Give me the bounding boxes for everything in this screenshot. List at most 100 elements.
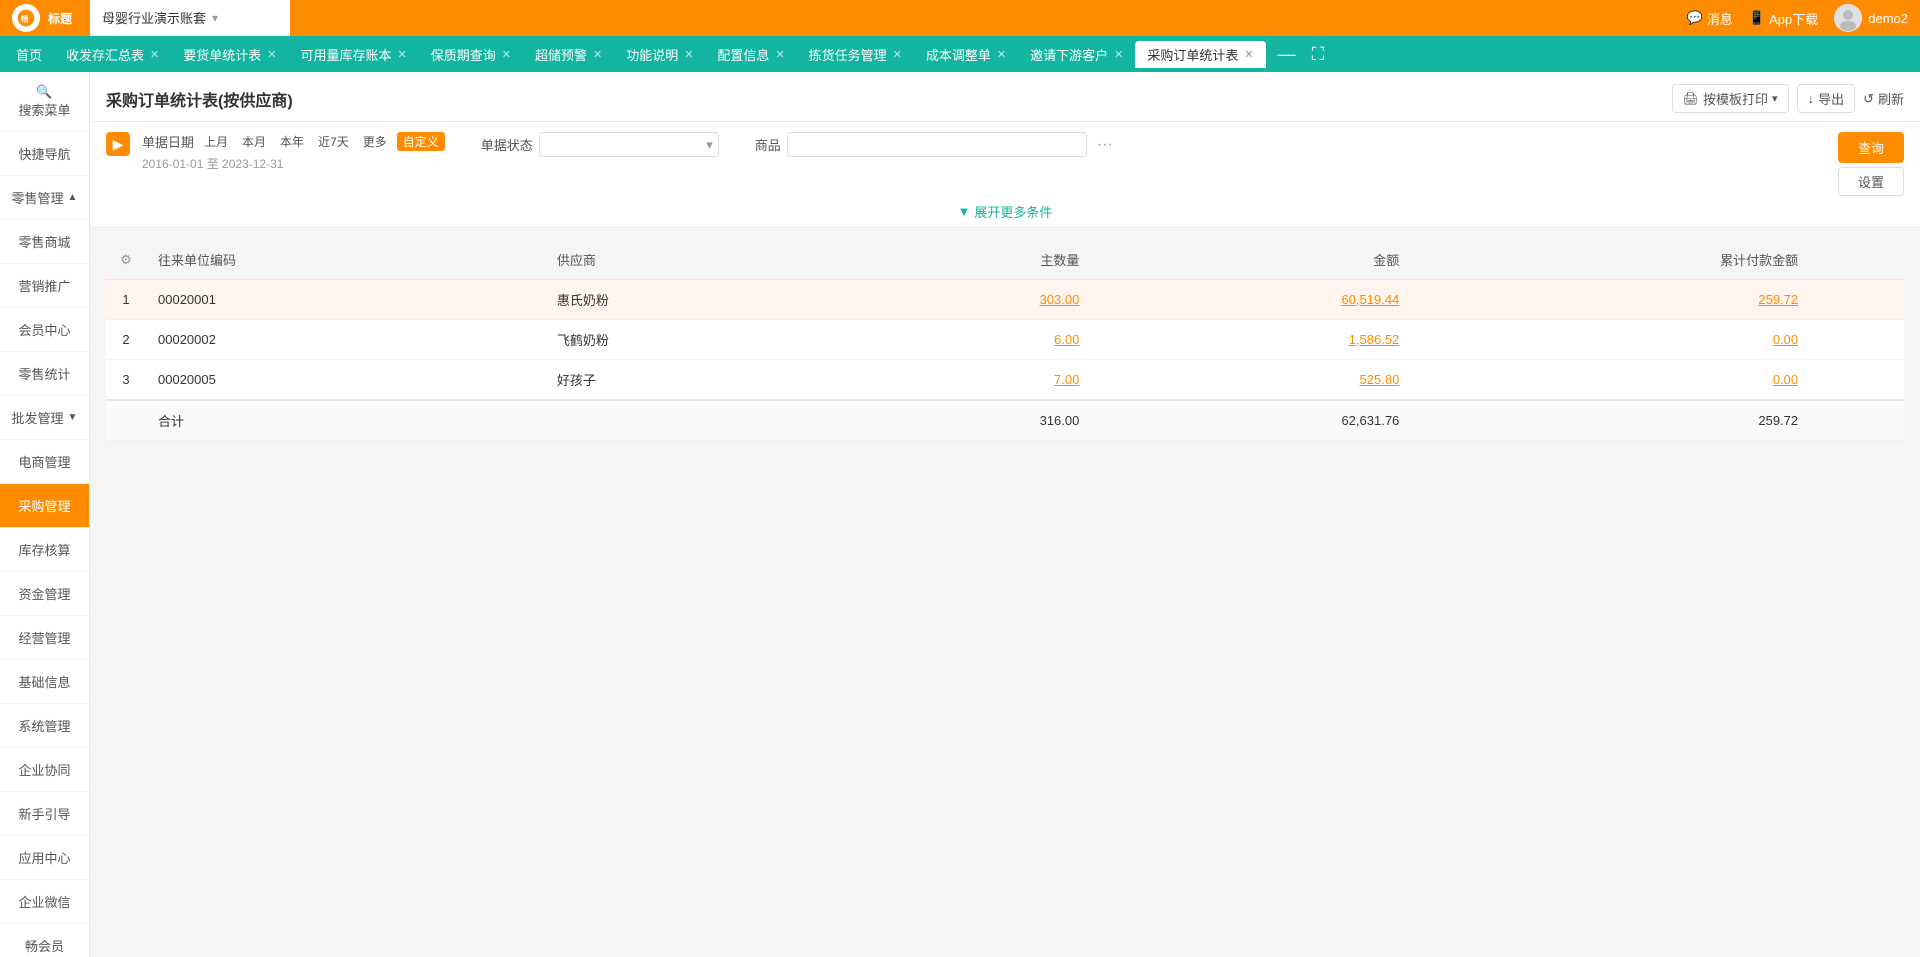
- template-arrow-icon: ▾: [1772, 92, 1778, 105]
- tab-cost-adjust[interactable]: 成本调整单 ✕: [914, 41, 1018, 68]
- sidebar-item-retail-store[interactable]: 零售商城: [0, 220, 89, 264]
- tab-receive-summary[interactable]: 收发存汇总表 ✕: [54, 41, 171, 68]
- tab-home[interactable]: 首页: [4, 41, 54, 68]
- messages-btn[interactable]: 💬 消息: [1687, 9, 1733, 28]
- tab-purchase-summary-close[interactable]: ✕: [267, 48, 276, 61]
- link-paid-3[interactable]: 0.00: [1773, 372, 1798, 387]
- user-avatar: [1834, 4, 1862, 32]
- tab-config-info[interactable]: 配置信息 ✕: [705, 41, 796, 68]
- footer-amount: 62,631.76: [1091, 400, 1411, 441]
- workspace-arrow-icon: ▾: [212, 11, 218, 25]
- sidebar-item-finance-mgmt[interactable]: 资金管理: [0, 572, 89, 616]
- tab-available-stock[interactable]: 可用量库存账本 ✕: [288, 41, 418, 68]
- main-layout: 🔍 搜索菜单 快捷导航 零售管理 ▲ 零售商城 营销推广 会员中心 零售统计 批…: [0, 72, 1920, 957]
- link-paid-2[interactable]: 0.00: [1773, 332, 1798, 347]
- query-btn[interactable]: 查询: [1838, 132, 1904, 163]
- tab-overstock-warning-close[interactable]: ✕: [593, 48, 602, 61]
- table-footer-row: 合计 316.00 62,631.76 259.72: [106, 400, 1904, 441]
- status-filter-group: 单据状态: [481, 132, 719, 157]
- tab-invite-downstream[interactable]: 邀请下游客户 ✕: [1018, 41, 1135, 68]
- sidebar-item-wholesale-mgmt[interactable]: 批发管理 ▼: [0, 396, 89, 440]
- sidebar-item-enterprise-collab[interactable]: 企业协同: [0, 748, 89, 792]
- tab-invite-downstream-close[interactable]: ✕: [1114, 48, 1123, 61]
- tab-purchase-summary[interactable]: 要货单统计表 ✕: [171, 41, 288, 68]
- goods-input[interactable]: [787, 132, 1087, 157]
- date-shortcut-custom[interactable]: 自定义: [397, 132, 445, 151]
- tab-overstock-warning[interactable]: 超储预警 ✕: [523, 41, 614, 68]
- tab-cost-adjust-close[interactable]: ✕: [997, 48, 1006, 61]
- expand-more-btn[interactable]: ▼ 展开更多条件: [958, 202, 1053, 221]
- settings-btn[interactable]: 设置: [1838, 167, 1904, 196]
- tab-pickup-task[interactable]: 拣货任务管理 ✕: [797, 41, 914, 68]
- tab-available-stock-close[interactable]: ✕: [398, 48, 407, 61]
- tab-pickup-task-close[interactable]: ✕: [893, 48, 902, 61]
- app-download-btn[interactable]: 📱 App下载: [1749, 9, 1818, 28]
- tab-cost-adjust-label: 成本调整单: [926, 45, 991, 64]
- tab-warranty-query-close[interactable]: ✕: [502, 48, 511, 61]
- sidebar-item-operations-mgmt[interactable]: 经营管理: [0, 616, 89, 660]
- col-settings-icon[interactable]: ⚙: [118, 252, 134, 268]
- sidebar-item-system-mgmt[interactable]: 系统管理: [0, 704, 89, 748]
- date-shortcut-this-year[interactable]: 本年: [276, 132, 308, 151]
- date-shortcut-last-month[interactable]: 上月: [200, 132, 232, 151]
- table-header-row: ⚙ 往来单位编码 供应商 主数量 金额 累计付款金额: [106, 240, 1904, 280]
- export-btn[interactable]: ↓ 导出: [1797, 84, 1856, 113]
- tab-function-desc[interactable]: 功能说明 ✕: [614, 41, 705, 68]
- sidebar-item-purchase-mgmt[interactable]: 采购管理: [0, 484, 89, 528]
- sidebar-item-free-member[interactable]: 畅会员: [0, 924, 89, 957]
- refresh-btn[interactable]: ↺ 刷新: [1863, 89, 1904, 108]
- filter-row: ▶ 单据日期 上月 本月 本年 近7天 更多 自定义 2016-01-01 至 …: [106, 132, 1904, 196]
- sidebar-item-inventory-check[interactable]: 库存核算: [0, 528, 89, 572]
- sidebar-item-enterprise-wechat[interactable]: 企业微信: [0, 880, 89, 924]
- tab-warranty-query[interactable]: 保质期查询 ✕: [419, 41, 523, 68]
- link-amount-1[interactable]: 60,519.44: [1341, 292, 1399, 307]
- link-main-qty-2[interactable]: 6.00: [1054, 332, 1079, 347]
- sidebar-item-ecommerce-mgmt[interactable]: 电商管理: [0, 440, 89, 484]
- date-shortcut-7days[interactable]: 近7天: [314, 132, 353, 151]
- link-main-qty-3[interactable]: 7.00: [1054, 372, 1079, 387]
- cell-amount-2: 1,586.52: [1091, 320, 1411, 360]
- filter-collapse-btn[interactable]: ▶: [106, 132, 130, 156]
- cell-supplier-name-1: 惠氏奶粉: [545, 280, 842, 320]
- cell-amount-1: 60,519.44: [1091, 280, 1411, 320]
- sidebar-item-retail-stats[interactable]: 零售统计: [0, 352, 89, 396]
- cell-supplier-code-1: 00020001: [146, 280, 545, 320]
- content-area: 采购订单统计表(按供应商) 🖨 按模板打印 ▾ ↓ 导出 ↺ 刷新: [90, 72, 1920, 957]
- sidebar-item-member-center[interactable]: 会员中心: [0, 308, 89, 352]
- top-bar-left: 畅 标题: [12, 4, 72, 32]
- search-icon: 🔍: [4, 84, 85, 100]
- sidebar-item-quick-nav[interactable]: 快捷导航: [0, 132, 89, 176]
- date-shortcut-this-month[interactable]: 本月: [238, 132, 270, 151]
- user-menu[interactable]: demo2: [1834, 4, 1908, 32]
- status-select[interactable]: [539, 132, 719, 157]
- sidebar-item-new-guide[interactable]: 新手引导: [0, 792, 89, 836]
- status-select-wrapper[interactable]: [539, 132, 719, 157]
- date-shortcut-more[interactable]: 更多: [359, 132, 391, 151]
- username-label: demo2: [1868, 11, 1908, 26]
- query-settings-group: 查询 设置: [1838, 132, 1904, 196]
- tab-receive-summary-close[interactable]: ✕: [150, 48, 159, 61]
- workspace-selector[interactable]: 母婴行业演示账套 ▾: [90, 0, 290, 36]
- col-paid-amount: 累计付款金额: [1411, 240, 1810, 280]
- col-extra: [1810, 240, 1904, 280]
- sidebar-item-retail-mgmt[interactable]: 零售管理 ▲: [0, 176, 89, 220]
- window-minimize-btn[interactable]: —: [1270, 44, 1304, 65]
- goods-more-btn[interactable]: ···: [1093, 136, 1117, 154]
- cell-supplier-code-3: 00020005: [146, 360, 545, 401]
- link-main-qty-1[interactable]: 303.00: [1040, 292, 1080, 307]
- tab-purchase-order-summary[interactable]: 采购订单统计表 ✕: [1135, 41, 1265, 68]
- link-amount-2[interactable]: 1,586.52: [1349, 332, 1400, 347]
- template-print-btn[interactable]: 🖨 按模板打印 ▾: [1672, 84, 1789, 113]
- tab-config-info-close[interactable]: ✕: [775, 48, 784, 61]
- tab-purchase-order-summary-close[interactable]: ✕: [1244, 48, 1253, 61]
- sidebar-item-app-center[interactable]: 应用中心: [0, 836, 89, 880]
- sidebar-item-basic-info[interactable]: 基础信息: [0, 660, 89, 704]
- link-amount-3[interactable]: 525.80: [1360, 372, 1400, 387]
- sidebar-item-marketing[interactable]: 营销推广: [0, 264, 89, 308]
- sidebar-item-search[interactable]: 🔍 搜索菜单: [0, 72, 89, 132]
- tab-function-desc-close[interactable]: ✕: [684, 48, 693, 61]
- status-label: 单据状态: [481, 135, 533, 154]
- cell-main-qty-3: 7.00: [842, 360, 1091, 401]
- window-maximize-btn[interactable]: ⛶: [1304, 44, 1333, 65]
- link-paid-1[interactable]: 259.72: [1758, 292, 1798, 307]
